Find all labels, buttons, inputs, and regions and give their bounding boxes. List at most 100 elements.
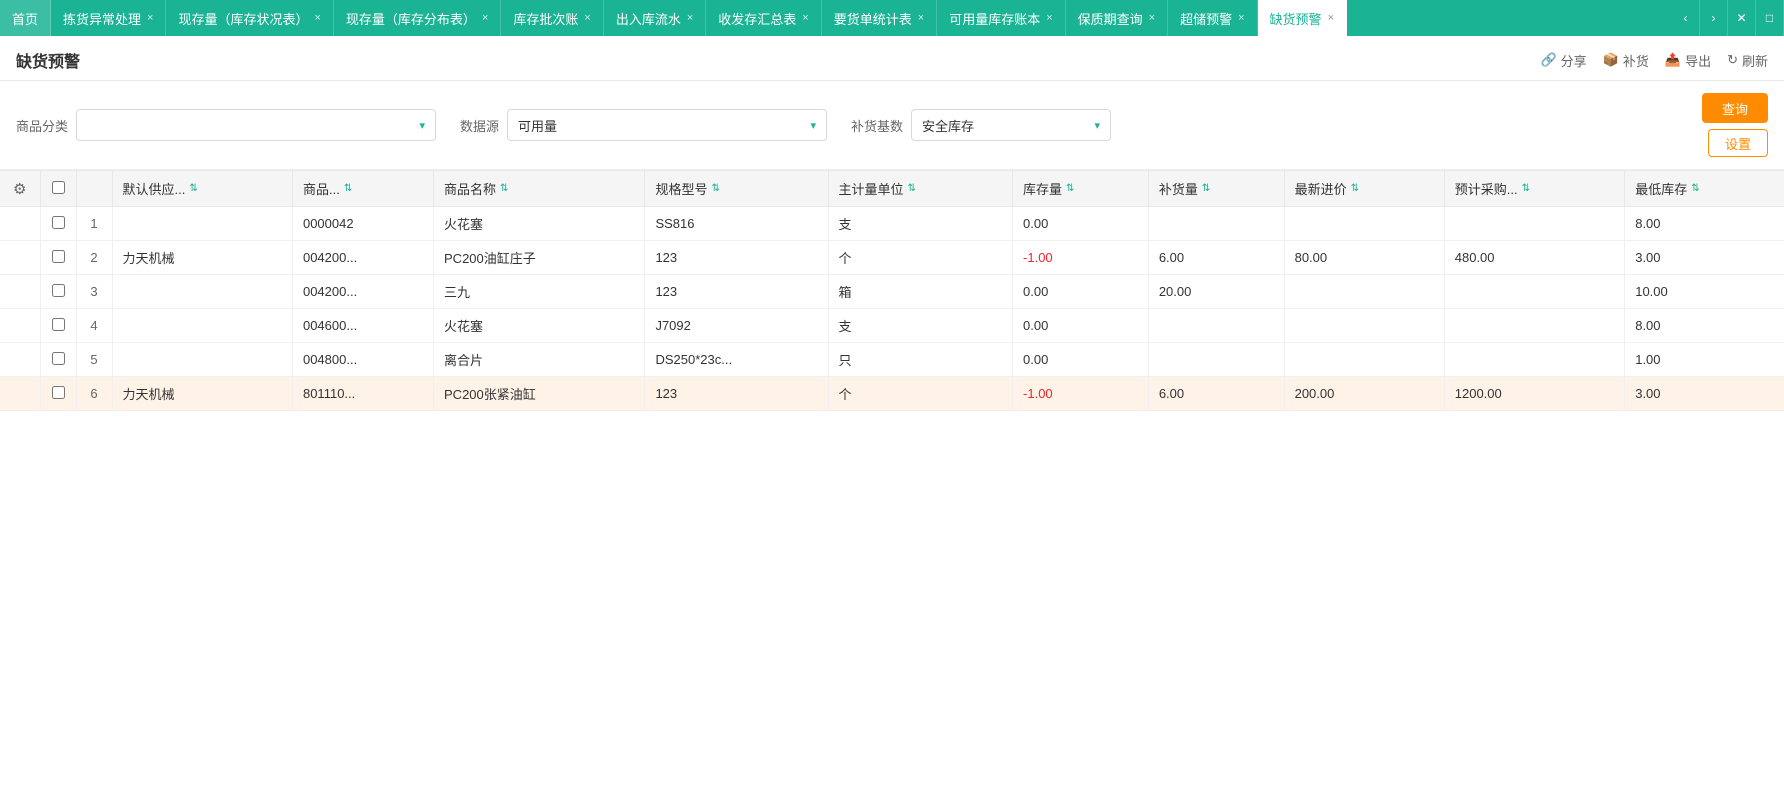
gear-icon[interactable]: ⚙	[13, 181, 26, 198]
goods-code-column-header[interactable]: 商品... ⇅	[292, 171, 433, 207]
settings-button[interactable]: 设置	[1708, 129, 1768, 157]
cell-stock_qty: 0.00	[1013, 343, 1149, 377]
tab-close-batch-account[interactable]: ×	[584, 12, 590, 24]
tab-close-inventory-dist[interactable]: ×	[482, 12, 488, 24]
row-checkbox-5[interactable]	[52, 352, 65, 365]
min-stock-column-header[interactable]: 最低库存 ⇅	[1625, 171, 1784, 207]
tab-shortage-warning[interactable]: 缺货预警 ×	[1258, 0, 1347, 36]
tab-close-exception[interactable]: ×	[147, 12, 153, 24]
row-checkbox-4[interactable]	[52, 318, 65, 331]
cell-stock_qty: -1.00	[1013, 241, 1149, 275]
cell-unit: 箱	[828, 275, 1013, 309]
export-icon: 📤	[1665, 52, 1681, 68]
goods-name-sort-icon: ⇅	[500, 183, 508, 194]
spec-column-header[interactable]: 规格型号 ⇅	[645, 171, 828, 207]
cell-replenish_qty: 20.00	[1148, 275, 1284, 309]
cell-unit: 支	[828, 309, 1013, 343]
replenish-qty-column-header[interactable]: 补货量 ⇅	[1148, 171, 1284, 207]
cell-goods_code: 004200...	[292, 241, 433, 275]
cell-spec: DS250*23c...	[645, 343, 828, 377]
goods-name-column-header[interactable]: 商品名称 ⇅	[434, 171, 645, 207]
spec-sort-icon: ⇅	[711, 183, 719, 194]
tab-label-expiry-query: 保质期查询	[1078, 9, 1143, 28]
main-area: 缺货预警 🔗 分享 📦 补货 📤 导出 ↻ 刷新	[0, 36, 1784, 796]
tab-close-overstock-warning[interactable]: ×	[1238, 12, 1244, 24]
row-number: 1	[76, 207, 112, 241]
row-checkbox-cell	[40, 377, 76, 411]
replenish-basis-select[interactable]: 安全库存 ▾	[911, 109, 1111, 141]
cell-default_supplier	[112, 343, 292, 377]
query-button[interactable]: 查询	[1702, 93, 1768, 123]
tab-expiry-query[interactable]: 保质期查询 ×	[1066, 0, 1168, 36]
tab-inventory-status[interactable]: 现存量（库存状况表） ×	[166, 0, 333, 36]
share-button[interactable]: 🔗 分享	[1540, 51, 1586, 70]
unit-column-header[interactable]: 主计量单位 ⇅	[828, 171, 1013, 207]
cell-est_purchase	[1444, 275, 1624, 309]
category-arrow-icon: ▾	[419, 119, 425, 132]
tab-inout-flow[interactable]: 出入库流水 ×	[604, 0, 706, 36]
row-checkbox-3[interactable]	[52, 284, 65, 297]
latest-price-column-header[interactable]: 最新进价 ⇅	[1284, 171, 1444, 207]
goods-code-column-label: 商品...	[303, 179, 340, 198]
row-number: 2	[76, 241, 112, 275]
tab-exception[interactable]: 拣货异常处理 ×	[51, 0, 166, 36]
cell-spec: 123	[645, 241, 828, 275]
close-window-button[interactable]: ✕	[1728, 0, 1756, 36]
cell-replenish_qty: 6.00	[1148, 377, 1284, 411]
row-gear-cell	[0, 207, 40, 241]
scroll-right-button[interactable]: ›	[1700, 0, 1728, 36]
cell-goods_name: 火花塞	[434, 207, 645, 241]
tab-close-inventory-status[interactable]: ×	[314, 12, 320, 24]
scroll-left-button[interactable]: ‹	[1672, 0, 1700, 36]
replenish-basis-arrow-icon: ▾	[1095, 119, 1101, 132]
cell-est_purchase	[1444, 343, 1624, 377]
row-gear-cell	[0, 241, 40, 275]
cell-goods_code: 801110...	[292, 377, 433, 411]
row-gear-cell	[0, 377, 40, 411]
tab-close-receive-send[interactable]: ×	[802, 12, 808, 24]
tab-close-inout-flow[interactable]: ×	[687, 12, 693, 24]
stock-qty-column-header[interactable]: 库存量 ⇅	[1013, 171, 1149, 207]
tab-close-expiry-query[interactable]: ×	[1149, 12, 1155, 24]
cell-spec: 123	[645, 377, 828, 411]
category-select[interactable]: ▾	[76, 109, 436, 141]
tab-inventory-dist[interactable]: 现存量（库存分布表） ×	[334, 0, 501, 36]
cell-goods_name: 三九	[434, 275, 645, 309]
goods-name-column-label: 商品名称	[444, 179, 496, 198]
est-purchase-column-label: 预计采购...	[1455, 179, 1518, 198]
export-button[interactable]: 📤 导出	[1665, 51, 1711, 70]
maximize-button[interactable]: □	[1756, 0, 1784, 36]
tab-overstock-warning[interactable]: 超储预警 ×	[1168, 0, 1257, 36]
cell-min_stock: 10.00	[1625, 275, 1784, 309]
table-row: 3004200...三九123箱0.0020.0010.00	[0, 275, 1784, 309]
datasource-select[interactable]: 可用量 ▾	[507, 109, 827, 141]
row-checkbox-cell	[40, 207, 76, 241]
row-checkbox-cell	[40, 241, 76, 275]
cell-goods_code: 004800...	[292, 343, 433, 377]
row-checkbox-6[interactable]	[52, 386, 65, 399]
tab-batch-account[interactable]: 库存批次账 ×	[501, 0, 603, 36]
cell-goods_name: PC200张紧油缸	[434, 377, 645, 411]
replenish-button[interactable]: 📦 补货	[1603, 51, 1649, 70]
tab-close-order-stats[interactable]: ×	[918, 12, 924, 24]
tab-label-shortage-warning: 缺货预警	[1270, 9, 1322, 28]
supplier-column-header[interactable]: 默认供应... ⇅	[112, 171, 292, 207]
supplier-sort-icon: ⇅	[189, 183, 197, 194]
row-checkbox-2[interactable]	[52, 250, 65, 263]
tab-close-shortage-warning[interactable]: ×	[1328, 12, 1334, 24]
chevron-left-icon: ‹	[1684, 11, 1688, 25]
tab-receive-send[interactable]: 收发存汇总表 ×	[706, 0, 821, 36]
tab-order-stats[interactable]: 要货单统计表 ×	[822, 0, 937, 36]
cell-min_stock: 1.00	[1625, 343, 1784, 377]
tab-close-available-ledger[interactable]: ×	[1046, 12, 1052, 24]
refresh-button[interactable]: ↻ 刷新	[1727, 51, 1768, 70]
tab-label-home: 首页	[12, 9, 38, 28]
cell-default_supplier	[112, 309, 292, 343]
select-all-checkbox[interactable]	[52, 181, 65, 194]
goods-code-sort-icon: ⇅	[344, 183, 352, 194]
latest-price-column-label: 最新进价	[1295, 179, 1347, 198]
tab-available-ledger[interactable]: 可用量库存账本 ×	[937, 0, 1065, 36]
row-checkbox-1[interactable]	[52, 216, 65, 229]
est-purchase-column-header[interactable]: 预计采购... ⇅	[1444, 171, 1624, 207]
tab-home[interactable]: 首页	[0, 0, 51, 36]
